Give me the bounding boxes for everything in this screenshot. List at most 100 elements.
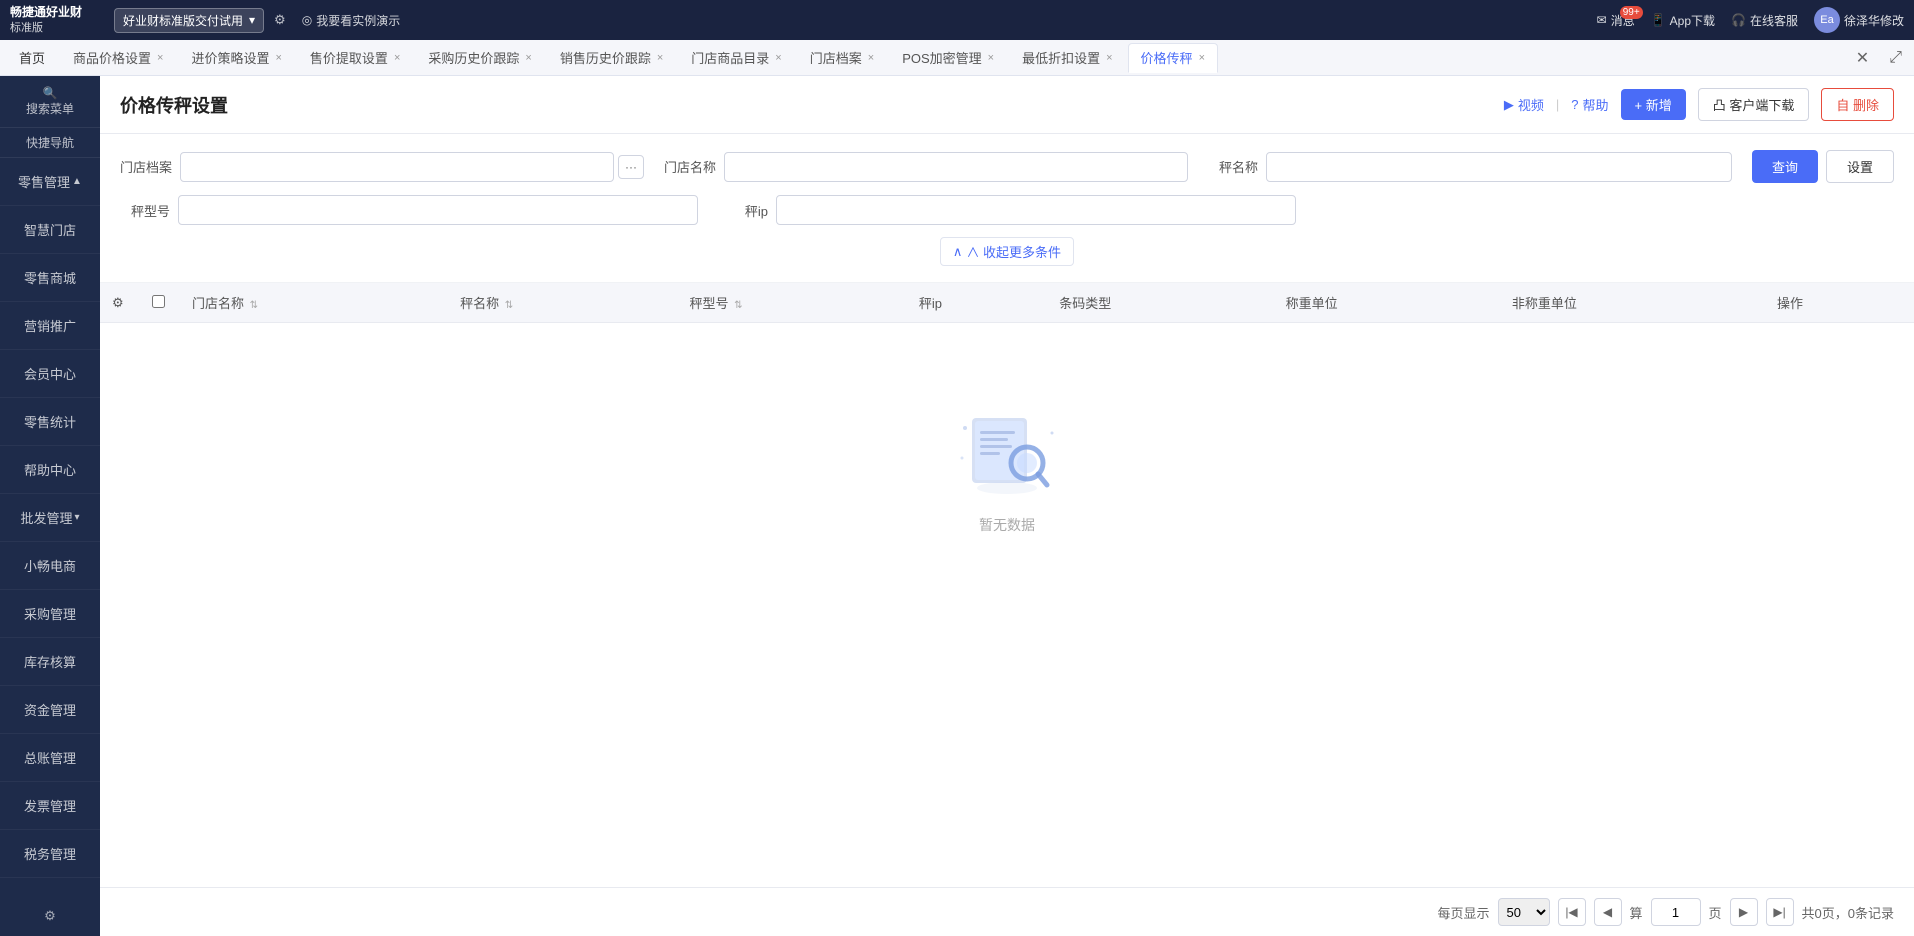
store-archive-input-group: ··· [180,152,644,182]
tab-home[interactable]: 首页 [6,43,58,73]
tab-sale-history-close[interactable]: × [657,52,663,64]
tab-min-discount[interactable]: 最低折扣设置 × [1009,43,1125,73]
tab-sale-history[interactable]: 销售历史价跟踪 × [547,43,676,73]
video-label: 视频 [1518,95,1544,114]
tab-price-scale-close[interactable]: × [1199,52,1205,64]
sidebar-item-smart-store[interactable]: 智慧门店 [0,206,100,254]
download-button[interactable]: 凸 客户端下载 [1698,88,1810,121]
top-bar: 畅捷通好业财 标准版 好业财标准版交付试用 ▾ ⚙ ◎ 我要看实例演示 ✉ 消息… [0,0,1914,40]
user-menu[interactable]: Ea 徐泽华修改 [1814,7,1904,33]
store-archive-input[interactable] [180,152,614,182]
tab-purchase-strategy-close[interactable]: × [275,52,281,64]
store-archive-dots-btn[interactable]: ··· [618,155,644,179]
sidebar-quick-nav-label: 快捷导航 [26,136,74,150]
version-select[interactable]: 好业财标准版交付试用 ▾ [114,8,264,33]
sort-scale-name-icon[interactable]: ⇅ [505,300,513,311]
sidebar-item-invoice-mgmt[interactable]: 发票管理 [0,782,100,830]
sidebar-ledger-label: 总账管理 [24,748,76,767]
sidebar-item-marketing[interactable]: 营销推广 [0,302,100,350]
th-scale-ip: 秤ip [907,283,1047,323]
tab-pos-management[interactable]: POS加密管理 × [889,43,1007,73]
sort-scale-model-icon[interactable]: ⇅ [734,300,742,311]
tab-store-catalog[interactable]: 门店商品目录 × [678,43,794,73]
th-scale-name: 秤名称 ⇅ [448,283,677,323]
page-number-input[interactable] [1651,898,1701,926]
scale-model-input[interactable] [178,195,698,225]
table-container: ⚙ 门店名称 ⇅ 秤名称 ⇅ 秤型号 [100,283,1914,887]
set-button[interactable]: 设置 [1826,150,1894,183]
sidebar-item-help-center[interactable]: 帮助中心 [0,446,100,494]
settings-icon-btn[interactable]: ⚙ [270,8,290,32]
tab-store-archive[interactable]: 门店档案 × [797,43,887,73]
tab-purchase-strategy[interactable]: 进价策略设置 × [178,43,294,73]
sidebar-invoice-mgmt-label: 发票管理 [24,796,76,815]
th-non-weight-unit: 非称重单位 [1500,283,1765,323]
sidebar-search[interactable]: 🔍 搜索菜单 [0,76,100,128]
per-page-label: 每页显示 [1437,903,1489,922]
store-name-label: 门店名称 [664,157,716,176]
collapse-button[interactable]: ∧ ∧ 收起更多条件 [940,237,1074,266]
tab-close-current[interactable]: ✕ [1850,46,1875,70]
empty-illustration [947,403,1067,503]
scale-name-input[interactable] [1266,152,1732,182]
sidebar-item-retail-shop[interactable]: 零售商城 [0,254,100,302]
store-name-input[interactable] [724,152,1188,182]
query-button[interactable]: 查询 [1752,150,1818,183]
tab-purchase-history[interactable]: 采购历史价跟踪 × [415,43,544,73]
delete-button[interactable]: 自 删除 [1821,88,1894,121]
search-icon: 🔍 [43,86,58,100]
chevron-down-icon: ▾ [249,13,255,27]
sidebar-tax-mgmt-label: 税务管理 [24,844,76,863]
sidebar-item-inventory[interactable]: 库存核算 [0,638,100,686]
sidebar-item-retail-stats[interactable]: 零售统计 [0,398,100,446]
play-icon: ▶ [1504,97,1514,113]
sidebar-item-member-center[interactable]: 会员中心 [0,350,100,398]
tab-goods-price-close[interactable]: × [157,52,163,64]
prev-page-btn[interactable]: ◀ [1594,898,1622,926]
query-label: 查询 [1772,157,1798,176]
sidebar-wholesale-mgmt-label: 批发管理 [20,508,72,527]
tab-maximize[interactable]: ⤢ [1883,47,1908,69]
sidebar-item-wholesale-mgmt[interactable]: 批发管理 ▾ [0,494,100,542]
last-page-btn[interactable]: ▶| [1766,898,1794,926]
tab-min-discount-close[interactable]: × [1106,52,1112,64]
online-service-button[interactable]: 🎧 在线客服 [1731,12,1798,29]
tab-purchase-history-close[interactable]: × [525,52,531,64]
th-store-name: 门店名称 ⇅ [180,283,448,323]
help-link[interactable]: ? 帮助 [1571,95,1608,114]
sidebar-item-ledger[interactable]: 总账管理 [0,734,100,782]
tab-home-label: 首页 [19,48,45,67]
sidebar-item-tax-mgmt[interactable]: 税务管理 [0,830,100,878]
next-page-btn[interactable]: ▶ [1730,898,1758,926]
th-settings[interactable]: ⚙ [100,283,140,323]
logo-area: 畅捷通好业财 标准版 [10,4,110,36]
th-checkbox[interactable] [140,283,180,323]
sidebar-item-capital-mgmt[interactable]: 资金管理 [0,686,100,734]
logo-line1: 畅捷通好业财 [10,4,82,21]
add-button[interactable]: + 新增 [1621,89,1686,120]
first-page-btn[interactable]: |◀ [1558,898,1586,926]
tab-pos-management-close[interactable]: × [988,52,994,64]
demo-button[interactable]: ◎ 我要看实例演示 [302,12,401,29]
tab-sale-price[interactable]: 售价提取设置 × [297,43,413,73]
video-link[interactable]: ▶ 视频 [1504,95,1544,114]
sidebar-item-retail-mgmt[interactable]: 零售管理 ▲ [0,158,100,206]
select-all-checkbox[interactable] [152,295,165,308]
sidebar-quick-nav[interactable]: 快捷导航 [0,128,100,158]
sidebar-settings-btn[interactable]: ⚙ [0,896,100,936]
app-download-button[interactable]: 📱 App下载 [1651,12,1715,29]
tab-sale-price-close[interactable]: × [394,52,400,64]
sidebar-purchase-mgmt-label: 采购管理 [24,604,76,623]
sidebar-item-ecommerce[interactable]: 小畅电商 [0,542,100,590]
per-page-select[interactable]: 50 20 100 [1498,898,1550,926]
scale-ip-input[interactable] [776,195,1296,225]
sidebar-item-purchase-mgmt[interactable]: 采购管理 [0,590,100,638]
tab-price-scale[interactable]: 价格传秤 × [1128,43,1218,73]
sort-store-name-icon[interactable]: ⇅ [250,300,258,311]
tab-goods-price[interactable]: 商品价格设置 × [60,43,176,73]
gear-icon: ⚙ [44,908,56,923]
tab-store-catalog-close[interactable]: × [775,52,781,64]
sidebar-inventory-label: 库存核算 [24,652,76,671]
tab-store-archive-close[interactable]: × [868,52,874,64]
message-button[interactable]: ✉ 消息 99+ [1597,12,1635,29]
